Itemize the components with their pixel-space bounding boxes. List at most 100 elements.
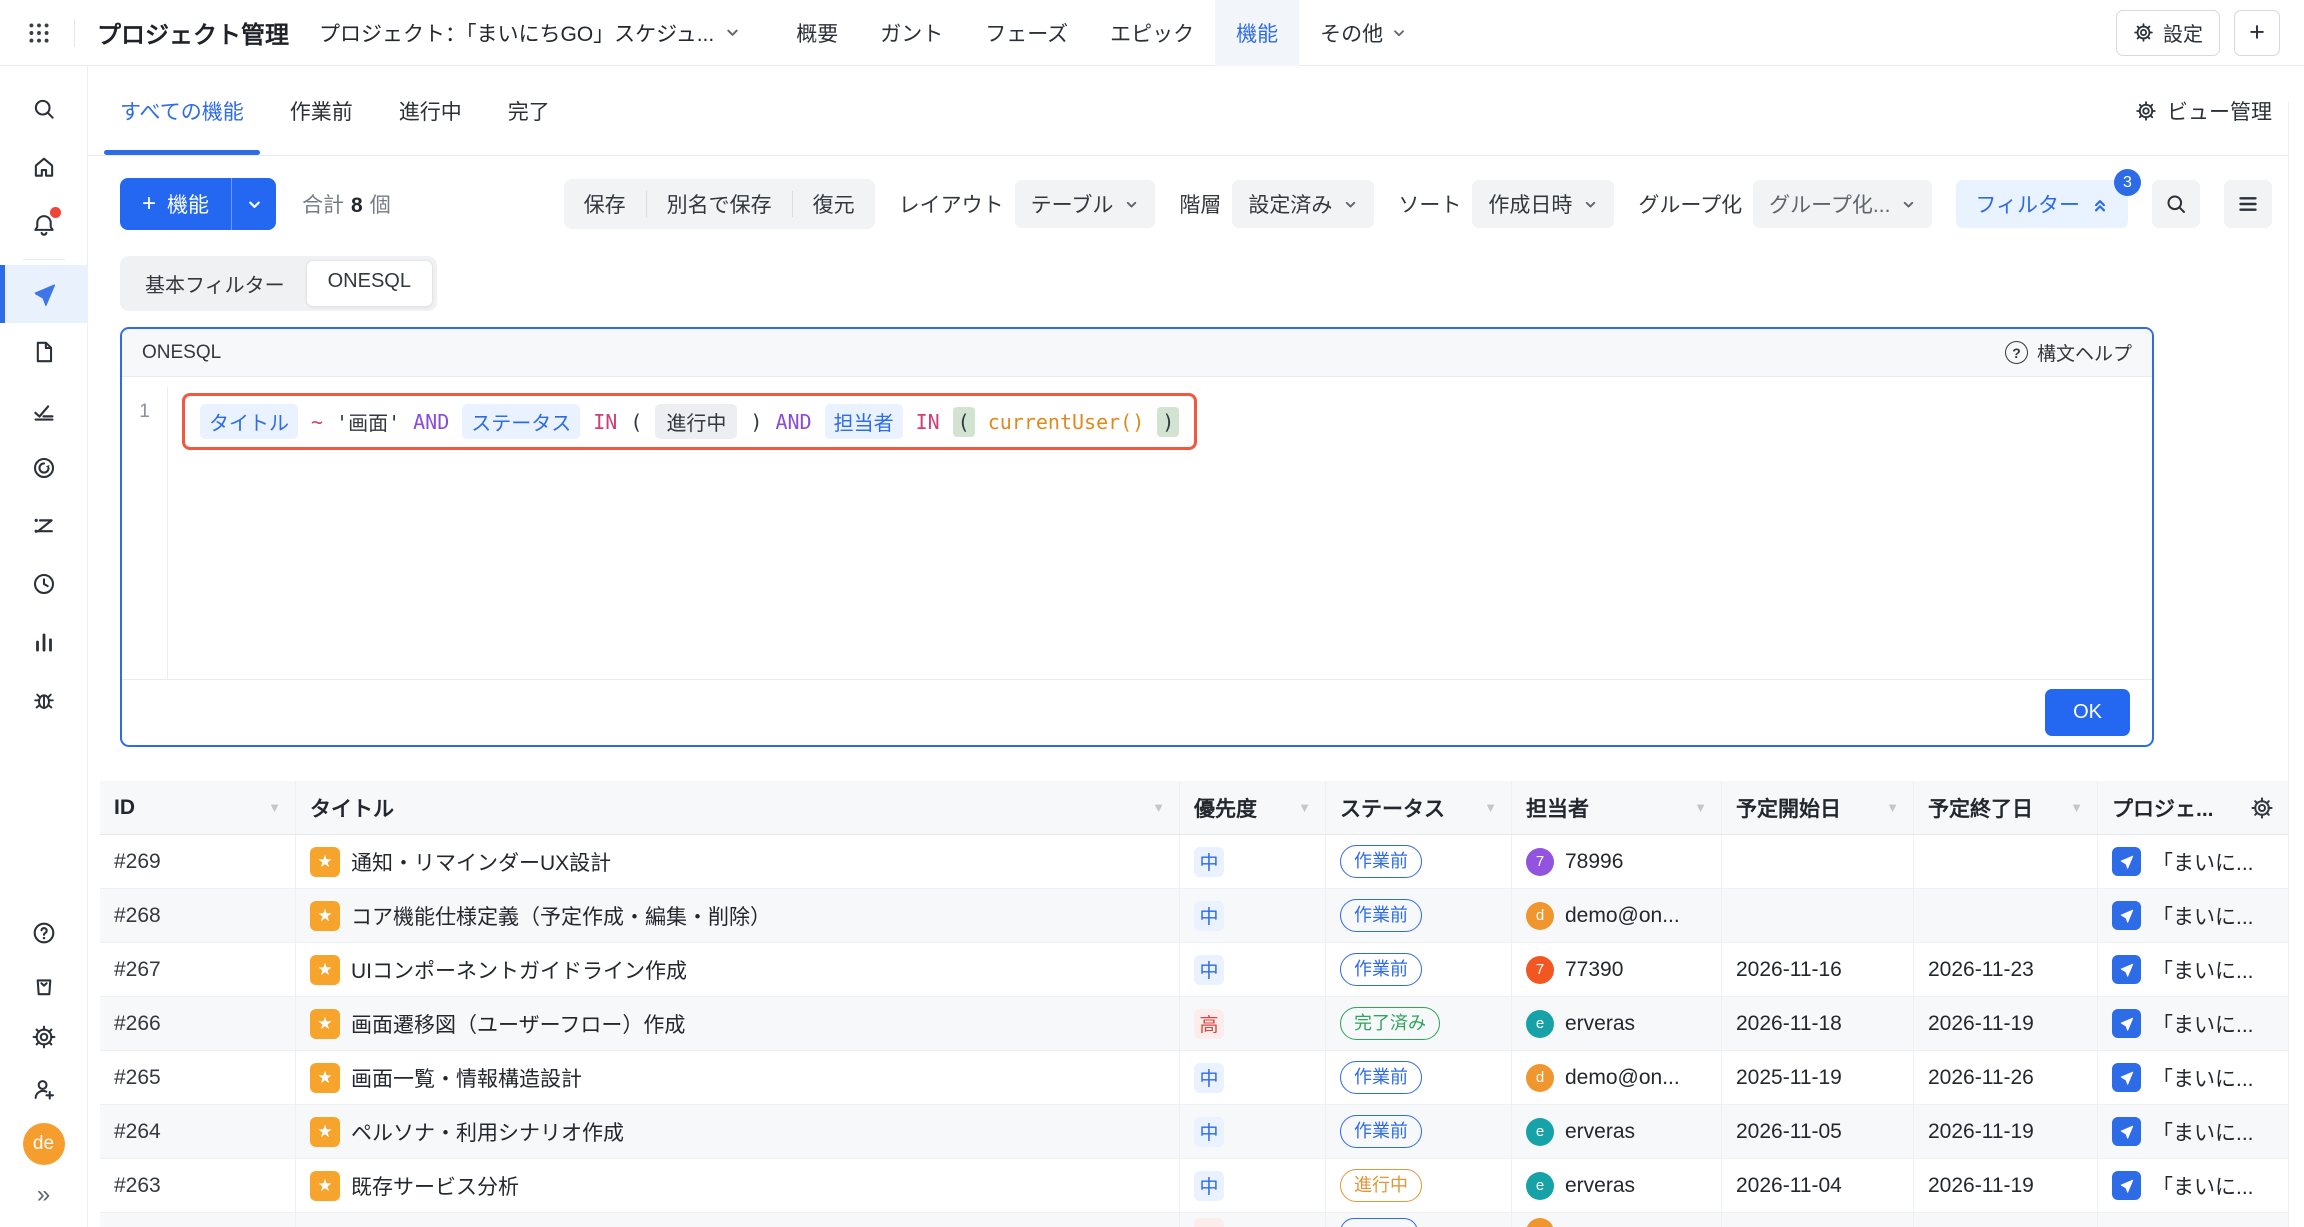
column-header-title[interactable]: タイトル ▼ [296, 781, 1180, 834]
table-row[interactable]: #265 ★ 画面一覧・情報構造設計 中 作業前 d demo@on... 2025… [100, 1051, 2288, 1105]
view-tab-done[interactable]: 完了 [508, 66, 550, 155]
column-header-project[interactable]: プロジェ... [2098, 781, 2288, 834]
hierarchy-select[interactable]: 設定済み [1232, 180, 1375, 228]
user-avatar[interactable]: de [22, 1123, 65, 1165]
column-header-assignee[interactable]: 担当者 ▼ [1512, 781, 1722, 834]
tab-gantt[interactable]: ガント [859, 0, 964, 66]
column-header-priority[interactable]: 優先度 ▼ [1180, 781, 1326, 834]
view-tab-all-features[interactable]: すべての機能 [104, 66, 260, 155]
feature-star-icon: ★ [310, 1062, 340, 1093]
priority-badge: 中 [1194, 1062, 1224, 1093]
filter-triangle-icon[interactable]: ▼ [1152, 800, 1165, 815]
tab-feature[interactable]: 機能 [1215, 0, 1300, 66]
table-row[interactable]: #268 ★ コア機能仕様定義（予定作成・編集・削除） 中 作業前 d demo@o… [100, 889, 2288, 943]
sidebar-item-report[interactable] [0, 613, 88, 671]
sidebar-item-help[interactable] [0, 907, 88, 959]
global-add-button[interactable]: + [2234, 9, 2280, 56]
cell-title[interactable]: ★ コア機能仕様定義（予定作成・編集・削除） [296, 889, 1180, 942]
table-row-partial[interactable] [100, 1213, 2288, 1227]
gear-icon [2133, 22, 2154, 43]
vertical-scrollbar[interactable] [2288, 102, 2304, 1227]
save-button[interactable]: 保存 [564, 189, 646, 219]
column-header-id[interactable]: ID ▼ [100, 781, 296, 834]
onesql-query[interactable]: タイトル ~ '画面' AND ステータス IN ( 進行中 ) AND 担当者… [182, 393, 1198, 450]
filter-toggle-button[interactable]: フィルター 3 [1956, 169, 2141, 228]
view-tab-todo[interactable]: 作業前 [290, 66, 353, 155]
tab-epic[interactable]: エピック [1089, 0, 1215, 66]
table-row[interactable]: #264 ★ ペルソナ・利用シナリオ作成 中 作業前 e erveras 2026-… [100, 1105, 2288, 1159]
layout-select[interactable]: テーブル [1014, 180, 1156, 228]
group-select[interactable]: グループ化... [1753, 180, 1933, 228]
cell-status: 作業前 [1326, 835, 1512, 888]
feature-star-icon: ★ [310, 900, 340, 931]
sidebar-item-project[interactable] [0, 265, 88, 323]
search-button[interactable] [2152, 180, 2200, 228]
sidebar-collapse-toggle[interactable]: » [37, 1173, 50, 1217]
tab-overview[interactable]: 概要 [775, 0, 859, 66]
sidebar-item-invite[interactable] [0, 1063, 88, 1115]
sidebar-item-home[interactable] [0, 138, 88, 196]
filter-triangle-icon[interactable]: ▼ [1886, 800, 1899, 815]
app-launcher-icon[interactable] [26, 20, 52, 46]
cell-title[interactable]: ★ UIコンポーネントガイドライン作成 [296, 943, 1180, 996]
sidebar-item-settings[interactable] [0, 1011, 88, 1063]
sidebar-item-tasks[interactable] [0, 381, 88, 439]
table-row[interactable]: #263 ★ 既存サービス分析 中 進行中 e erveras 2026-11-04… [100, 1159, 2288, 1213]
gear-icon [2135, 100, 2157, 122]
onesql-tab[interactable]: ONESQL [305, 260, 433, 307]
filter-triangle-icon[interactable]: ▼ [1298, 800, 1311, 815]
save-as-button[interactable]: 別名で保存 [647, 189, 792, 219]
cell-start-date: 2025-11-19 [1722, 1051, 1914, 1104]
list-view-button[interactable] [2224, 180, 2272, 228]
cell-title[interactable]: ★ 画面一覧・情報構造設計 [296, 1051, 1180, 1104]
ok-button[interactable]: OK [2045, 689, 2130, 736]
cell-start-date: 2026-11-04 [1722, 1159, 1914, 1212]
home-icon [31, 154, 57, 180]
tab-phase[interactable]: フェーズ [964, 0, 1089, 66]
view-manage-button[interactable]: ビュー管理 [2135, 96, 2272, 126]
priority-badge: 中 [1194, 954, 1224, 985]
project-settings-button[interactable]: 設定 [2116, 9, 2220, 56]
view-tab-in-progress[interactable]: 進行中 [399, 66, 462, 155]
column-header-status[interactable]: ステータス ▼ [1326, 781, 1512, 834]
add-feature-dropdown[interactable] [232, 178, 276, 230]
sidebar-item-sprint[interactable] [0, 439, 88, 497]
status-badge: 進行中 [1340, 1169, 1422, 1202]
restore-button[interactable]: 復元 [793, 189, 875, 219]
filter-triangle-icon[interactable]: ▼ [2070, 800, 2083, 815]
project-selector[interactable]: プロジェクト：「まいにちGO」スケジュ... [319, 18, 741, 48]
cell-title[interactable]: ★ ペルソナ・利用シナリオ作成 [296, 1105, 1180, 1158]
column-header-start-date[interactable]: 予定開始日 ▼ [1722, 781, 1914, 834]
sidebar-item-marketplace[interactable] [0, 959, 88, 1011]
feature-star-icon: ★ [310, 1008, 340, 1039]
column-settings-gear-icon[interactable] [2250, 796, 2274, 820]
onesql-code-area[interactable]: 1 タイトル ~ '画面' AND ステータス IN ( 進行中 ) AND 担… [122, 377, 2152, 679]
column-header-end-date[interactable]: 予定終了日 ▼ [1914, 781, 2098, 834]
sidebar-item-workflow[interactable] [0, 497, 88, 555]
table-row[interactable]: #267 ★ UIコンポーネントガイドライン作成 中 作業前 7 77390 202… [100, 943, 2288, 997]
cell-title[interactable]: ★ 通知・リマインダーUX設計 [296, 835, 1180, 888]
total-count: 合計 8 個 [302, 194, 391, 217]
table-row[interactable]: #269 ★ 通知・リマインダーUX設計 中 作業前 7 78996 「まいに... [100, 835, 2288, 889]
cell-start-date [1722, 889, 1914, 942]
add-feature-button[interactable]: + 機能 [120, 178, 231, 230]
syntax-help-link[interactable]: ? 構文ヘルプ [2004, 339, 2132, 366]
filter-triangle-icon[interactable]: ▼ [268, 800, 281, 815]
tab-more[interactable]: その他 [1299, 0, 1428, 66]
cell-priority: 中 [1180, 1051, 1326, 1104]
sidebar-item-test[interactable] [0, 671, 88, 729]
sidebar-item-search[interactable] [0, 80, 88, 138]
cell-title[interactable]: ★ 既存サービス分析 [296, 1159, 1180, 1212]
cell-title[interactable]: ★ 画面遷移図（ユーザーフロー）作成 [296, 997, 1180, 1050]
sidebar-item-time[interactable] [0, 555, 88, 613]
basic-filter-tab[interactable]: 基本フィルター [124, 260, 306, 307]
sidebar-item-notifications[interactable] [0, 196, 88, 254]
cell-project: 「まいに... [2098, 1105, 2288, 1158]
table-row[interactable]: #266 ★ 画面遷移図（ユーザーフロー）作成 高 完了済み e erveras 2… [100, 997, 2288, 1051]
sort-select[interactable]: 作成日時 [1472, 180, 1615, 228]
filter-triangle-icon[interactable]: ▼ [1694, 800, 1707, 815]
filter-triangle-icon[interactable]: ▼ [1484, 800, 1497, 815]
token-operator: IN [915, 409, 940, 434]
token-operator: IN [593, 409, 618, 434]
sidebar-item-document[interactable] [0, 323, 88, 381]
